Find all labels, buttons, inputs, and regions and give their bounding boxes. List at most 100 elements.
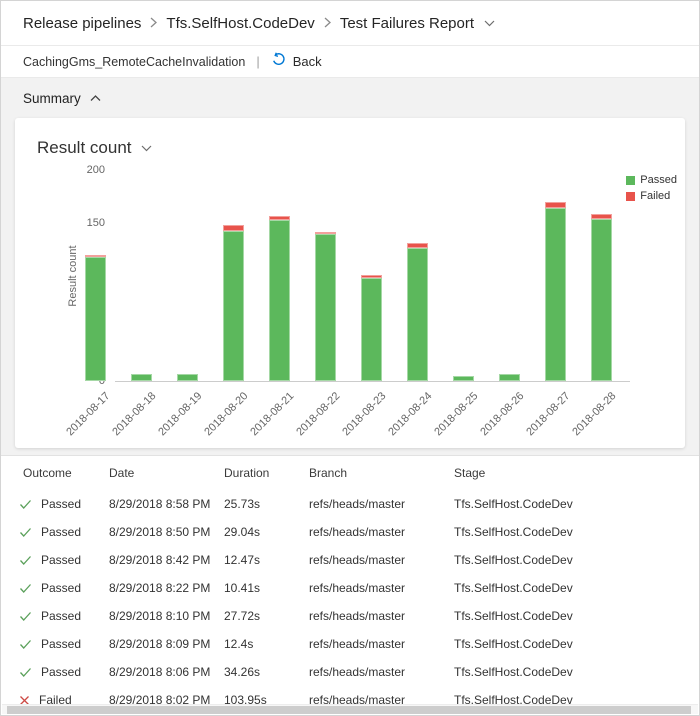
breadcrumb-item-release-pipelines[interactable]: Release pipelines	[23, 15, 141, 32]
stage-cell: Tfs.SelfHost.CodeDev	[454, 581, 699, 595]
outcome-cell: Passed	[19, 525, 109, 539]
table-row[interactable]: Passed8/29/2018 8:50 PM29.04srefs/heads/…	[1, 518, 699, 546]
passed-segment	[177, 374, 198, 381]
x-axis-tick-label: 2018-08-23	[340, 390, 388, 438]
branch-cell: refs/heads/master	[309, 665, 454, 679]
back-button[interactable]: Back	[271, 52, 322, 72]
outcome-label: Passed	[41, 525, 81, 539]
date-cell: 8/29/2018 8:22 PM	[109, 581, 224, 595]
branch-cell: refs/heads/master	[309, 525, 454, 539]
check-icon	[19, 583, 32, 594]
outcome-cell: Passed	[19, 497, 109, 511]
stacked-bar-2018-08-21[interactable]	[269, 216, 290, 381]
check-icon	[19, 667, 32, 678]
separator: |	[256, 54, 259, 69]
branch-cell: refs/heads/master	[309, 609, 454, 623]
table-body: Passed8/29/2018 8:58 PM25.73srefs/heads/…	[1, 490, 699, 714]
undo-arrow-icon	[271, 52, 286, 72]
date-cell: 8/29/2018 8:50 PM	[109, 525, 224, 539]
duration-cell: 34.26s	[224, 665, 309, 679]
table-header-row: OutcomeDateDurationBranchStage	[1, 456, 699, 490]
passed-segment	[591, 219, 612, 381]
back-button-label: Back	[293, 54, 322, 69]
breadcrumb-item-pipeline[interactable]: Tfs.SelfHost.CodeDev	[166, 15, 314, 32]
table-row[interactable]: Passed8/29/2018 8:58 PM25.73srefs/heads/…	[1, 490, 699, 518]
column-header-stage[interactable]: Stage	[454, 466, 699, 480]
table-row[interactable]: Passed8/29/2018 8:10 PM27.72srefs/heads/…	[1, 602, 699, 630]
column-header-outcome[interactable]: Outcome	[23, 466, 109, 480]
passed-segment	[407, 248, 428, 381]
stacked-bar-2018-08-28[interactable]	[591, 214, 612, 381]
stacked-bar-2018-08-26[interactable]	[499, 374, 520, 381]
table-row[interactable]: Passed8/29/2018 8:06 PM34.26srefs/heads/…	[1, 658, 699, 686]
duration-cell: 12.4s	[224, 637, 309, 651]
column-header-branch[interactable]: Branch	[309, 466, 454, 480]
stacked-bar-2018-08-22[interactable]	[315, 232, 336, 381]
x-axis-tick-label: 2018-08-20	[202, 390, 250, 438]
branch-cell: refs/heads/master	[309, 581, 454, 595]
chevron-right-icon	[324, 16, 331, 31]
chevron-right-icon	[150, 16, 157, 31]
stacked-bar-2018-08-19[interactable]	[177, 374, 198, 381]
legend-color-chip	[626, 192, 635, 201]
stage-cell: Tfs.SelfHost.CodeDev	[454, 637, 699, 651]
x-axis-tick-label: 2018-08-21	[248, 390, 296, 438]
duration-cell: 12.47s	[224, 553, 309, 567]
toolbar: CachingGms_RemoteCacheInvalidation | Bac…	[1, 46, 699, 78]
stage-cell: Tfs.SelfHost.CodeDev	[454, 609, 699, 623]
table-row[interactable]: Passed8/29/2018 8:42 PM12.47srefs/heads/…	[1, 546, 699, 574]
outcome-cell: Passed	[19, 665, 109, 679]
outcome-label: Passed	[41, 665, 81, 679]
x-axis-tick-label: 2018-08-22	[294, 390, 342, 438]
stacked-bar-2018-08-25[interactable]	[453, 376, 474, 381]
stacked-bar-2018-08-23[interactable]	[361, 275, 382, 381]
table-row[interactable]: Passed 8/29/2018 8:22 PM10.41srefs/heads/…	[1, 574, 699, 602]
legend-color-chip	[626, 176, 635, 185]
passed-segment	[269, 220, 290, 381]
x-axis-tick-label: 2018-08-25	[432, 390, 480, 438]
duration-cell: 27.72s	[224, 609, 309, 623]
duration-cell: 25.73s	[224, 497, 309, 511]
legend-label: Passed	[640, 174, 677, 186]
x-axis-tick-label: 2018-08-19	[156, 390, 204, 438]
table-row[interactable]: Passed8/29/2018 8:09 PM12.4srefs/heads/m…	[1, 630, 699, 658]
outcome-label: Passed	[41, 553, 81, 567]
check-icon	[19, 639, 32, 650]
summary-collapse-header[interactable]: Summary	[1, 78, 699, 118]
scrollbar-thumb[interactable]	[7, 706, 691, 714]
stacked-bar-2018-08-24[interactable]	[407, 243, 428, 381]
outcome-cell: Passed	[19, 609, 109, 623]
stacked-bar-2018-08-18[interactable]	[131, 374, 152, 381]
date-cell: 8/29/2018 8:10 PM	[109, 609, 224, 623]
summary-section: Summary Result count 050100150200Result …	[1, 78, 699, 455]
outcome-label: Passed	[41, 581, 81, 595]
result-count-chart: 050100150200Result count2018-08-172018-0…	[15, 118, 685, 448]
chevron-down-icon[interactable]	[484, 14, 495, 32]
column-header-duration[interactable]: Duration	[224, 466, 309, 480]
passed-segment	[499, 374, 520, 381]
duration-cell: 10.41s	[224, 581, 309, 595]
branch-cell: refs/heads/master	[309, 637, 454, 651]
passed-segment	[223, 231, 244, 381]
horizontal-scrollbar[interactable]	[2, 704, 698, 714]
chevron-up-icon	[90, 89, 101, 107]
column-header-date[interactable]: Date	[109, 466, 224, 480]
legend-item-passed[interactable]: Passed	[626, 174, 677, 186]
check-icon	[19, 527, 32, 538]
y-axis-title: Result count	[67, 245, 79, 306]
x-axis-tick-label: 2018-08-28	[570, 390, 618, 438]
results-table: OutcomeDateDurationBranchStage Passed8/2…	[1, 455, 699, 714]
app-window: Release pipelines Tfs.SelfHost.CodeDev T…	[0, 0, 700, 716]
stacked-bar-2018-08-17[interactable]	[85, 255, 106, 381]
legend-item-failed[interactable]: Failed	[626, 190, 677, 202]
y-axis-tick-label: 200	[71, 164, 105, 176]
outcome-label: Passed	[41, 637, 81, 651]
chart-card: Result count 050100150200Result count201…	[15, 118, 685, 448]
breadcrumb-item-report[interactable]: Test Failures Report	[340, 15, 474, 32]
stage-cell: Tfs.SelfHost.CodeDev	[454, 497, 699, 511]
stage-cell: Tfs.SelfHost.CodeDev	[454, 553, 699, 567]
stacked-bar-2018-08-20[interactable]	[223, 225, 244, 381]
stacked-bar-2018-08-27[interactable]	[545, 202, 566, 381]
x-axis-tick-label: 2018-08-27	[524, 390, 572, 438]
chart-legend: Passed Failed	[626, 174, 677, 202]
